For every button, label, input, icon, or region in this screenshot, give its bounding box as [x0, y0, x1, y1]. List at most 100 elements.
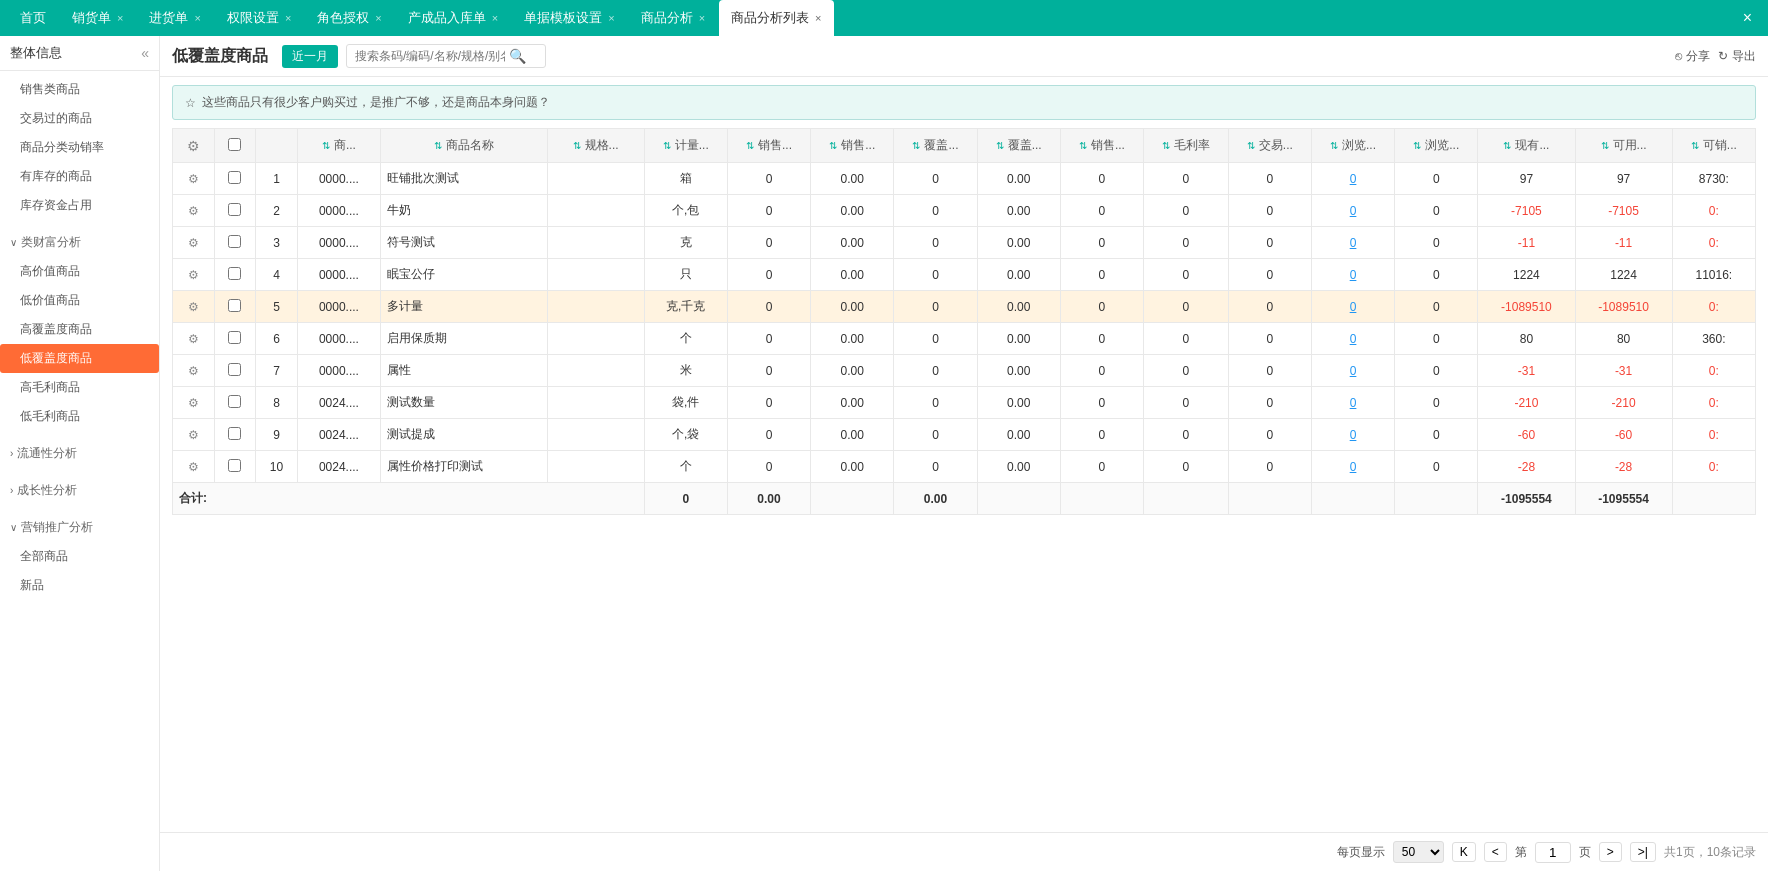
next-page-button[interactable]: > [1599, 842, 1622, 862]
row-checkbox[interactable] [214, 387, 256, 419]
row-select-checkbox[interactable] [228, 299, 241, 312]
row-checkbox[interactable] [214, 355, 256, 387]
close-icon[interactable]: × [285, 12, 291, 24]
col-sellable[interactable]: ⇅可销... [1672, 129, 1755, 163]
search-input[interactable] [355, 49, 505, 63]
search-icon[interactable]: 🔍 [509, 48, 526, 64]
browse-link[interactable]: 0 [1350, 268, 1357, 282]
row-settings[interactable]: ⚙ [173, 355, 215, 387]
sidebar-item-traded-goods[interactable]: 交易过的商品 [0, 104, 159, 133]
col-coverage1[interactable]: ⇅覆盖... [894, 129, 977, 163]
row-select-checkbox[interactable] [228, 267, 241, 280]
col-sales-amt[interactable]: ⇅销售... [811, 129, 894, 163]
browse-link[interactable]: 0 [1350, 396, 1357, 410]
sidebar-item-low-coverage[interactable]: 低覆盖度商品 [0, 344, 159, 373]
sidebar-item-category-sales-rate[interactable]: 商品分类动销率 [0, 133, 159, 162]
sidebar-item-high-coverage[interactable]: 高覆盖度商品 [0, 315, 159, 344]
col-settings[interactable]: ⚙ [173, 129, 215, 163]
row-browse1[interactable]: 0 [1311, 163, 1394, 195]
browse-link[interactable]: 0 [1350, 236, 1357, 250]
share-button[interactable]: ⎋ 分享 [1675, 48, 1710, 65]
row-checkbox[interactable] [214, 451, 256, 483]
sidebar-item-low-margin[interactable]: 低毛利商品 [0, 402, 159, 431]
col-available[interactable]: ⇅可用... [1575, 129, 1672, 163]
filter-period-button[interactable]: 近一月 [282, 45, 338, 68]
row-select-checkbox[interactable] [228, 459, 241, 472]
col-sales-other[interactable]: ⇅销售... [1060, 129, 1143, 163]
row-browse1[interactable]: 0 [1311, 355, 1394, 387]
settings-icon[interactable]: ⚙ [187, 138, 200, 154]
nav-permission-settings[interactable]: 权限设置 × [215, 0, 303, 36]
sidebar-liquidity-title[interactable]: › 流通性分析 [0, 439, 159, 468]
row-browse1[interactable]: 0 [1311, 323, 1394, 355]
row-select-checkbox[interactable] [228, 427, 241, 440]
sidebar-wealth-analysis-title[interactable]: ∨ 类财富分析 [0, 228, 159, 257]
row-browse1[interactable]: 0 [1311, 227, 1394, 259]
row-checkbox[interactable] [214, 227, 256, 259]
close-icon[interactable]: × [699, 12, 705, 24]
close-all-tabs-button[interactable]: × [1735, 9, 1760, 27]
nav-purchase-order[interactable]: 进货单 × [137, 0, 212, 36]
browse-link[interactable]: 0 [1350, 172, 1357, 186]
browse-link[interactable]: 0 [1350, 364, 1357, 378]
sidebar-item-stock-capital[interactable]: 库存资金占用 [0, 191, 159, 220]
prev-page-button[interactable]: < [1484, 842, 1507, 862]
row-checkbox[interactable] [214, 195, 256, 227]
row-select-checkbox[interactable] [228, 203, 241, 216]
row-browse1[interactable]: 0 [1311, 419, 1394, 451]
row-browse1[interactable]: 0 [1311, 259, 1394, 291]
close-icon[interactable]: × [815, 12, 821, 24]
row-settings[interactable]: ⚙ [173, 323, 215, 355]
sidebar-item-goods-with-stock[interactable]: 有库存的商品 [0, 162, 159, 191]
select-all-checkbox[interactable] [228, 138, 241, 151]
browse-link[interactable]: 0 [1350, 460, 1357, 474]
col-code[interactable]: ⇅商... [297, 129, 380, 163]
sidebar-item-low-value[interactable]: 低价值商品 [0, 286, 159, 315]
nav-home[interactable]: 首页 [8, 0, 58, 36]
nav-sales-order[interactable]: 销货单 × [60, 0, 135, 36]
row-select-checkbox[interactable] [228, 171, 241, 184]
row-select-checkbox[interactable] [228, 363, 241, 376]
browse-link[interactable]: 0 [1350, 300, 1357, 314]
close-icon[interactable]: × [194, 12, 200, 24]
col-spec[interactable]: ⇅规格... [547, 129, 644, 163]
nav-product-analysis[interactable]: 商品分析 × [629, 0, 717, 36]
row-settings[interactable]: ⚙ [173, 451, 215, 483]
row-settings[interactable]: ⚙ [173, 195, 215, 227]
sidebar-item-new-goods[interactable]: 新品 [0, 571, 159, 600]
close-icon[interactable]: × [375, 12, 381, 24]
browse-link[interactable]: 0 [1350, 204, 1357, 218]
row-settings[interactable]: ⚙ [173, 259, 215, 291]
col-sales-qty[interactable]: ⇅销售... [727, 129, 810, 163]
nav-template-settings[interactable]: 单据模板设置 × [512, 0, 626, 36]
row-select-checkbox[interactable] [228, 235, 241, 248]
col-gross-margin[interactable]: ⇅毛利率 [1144, 129, 1229, 163]
page-size-select[interactable]: 50 20 100 200 [1393, 841, 1444, 863]
sidebar-item-high-margin[interactable]: 高毛利商品 [0, 373, 159, 402]
row-checkbox[interactable] [214, 291, 256, 323]
browse-link[interactable]: 0 [1350, 428, 1357, 442]
row-settings[interactable]: ⚙ [173, 419, 215, 451]
close-icon[interactable]: × [608, 12, 614, 24]
row-settings[interactable]: ⚙ [173, 163, 215, 195]
page-number-input[interactable] [1535, 842, 1571, 863]
first-page-button[interactable]: K [1452, 842, 1476, 862]
row-checkbox[interactable] [214, 163, 256, 195]
nav-finished-goods[interactable]: 产成品入库单 × [396, 0, 510, 36]
col-coverage2[interactable]: ⇅覆盖... [977, 129, 1060, 163]
sidebar-marketing-title[interactable]: ∨ 营销推广分析 [0, 513, 159, 542]
nav-product-analysis-list[interactable]: 商品分析列表 × [719, 0, 833, 36]
sidebar-growth-title[interactable]: › 成长性分析 [0, 476, 159, 505]
row-settings[interactable]: ⚙ [173, 387, 215, 419]
close-icon[interactable]: × [117, 12, 123, 24]
row-checkbox[interactable] [214, 323, 256, 355]
row-checkbox[interactable] [214, 419, 256, 451]
row-browse1[interactable]: 0 [1311, 195, 1394, 227]
last-page-button[interactable]: >| [1630, 842, 1656, 862]
close-icon[interactable]: × [492, 12, 498, 24]
sidebar-collapse-button[interactable]: « [141, 45, 149, 61]
col-name[interactable]: ⇅商品名称 [381, 129, 547, 163]
col-browse1[interactable]: ⇅浏览... [1311, 129, 1394, 163]
row-browse1[interactable]: 0 [1311, 291, 1394, 323]
row-browse1[interactable]: 0 [1311, 451, 1394, 483]
